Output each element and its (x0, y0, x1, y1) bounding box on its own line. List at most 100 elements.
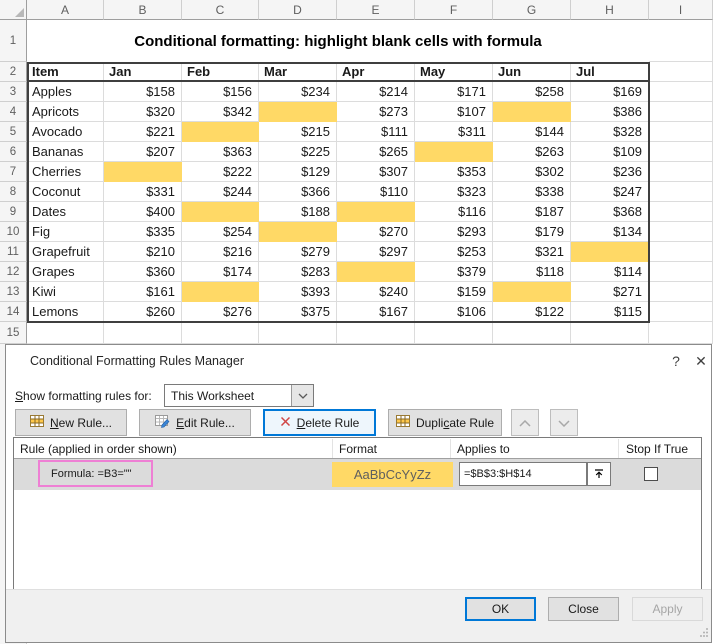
value-cell[interactable]: $273 (337, 102, 415, 122)
value-cell[interactable]: $240 (337, 282, 415, 302)
value-cell[interactable]: $158 (104, 82, 182, 102)
row-number-11[interactable]: 11 (0, 242, 27, 262)
worksheet-scope-dropdown[interactable]: This Worksheet (164, 384, 314, 407)
value-cell[interactable]: $353 (415, 162, 493, 182)
value-cell[interactable]: $114 (571, 262, 649, 282)
cell[interactable] (337, 322, 415, 344)
applies-to-input[interactable] (459, 462, 587, 486)
column-header-B[interactable]: B (104, 0, 182, 20)
help-icon[interactable]: ? (666, 351, 686, 371)
item-cell[interactable]: Grapefruit (27, 242, 104, 262)
row-number-4[interactable]: 4 (0, 102, 27, 122)
resize-grip[interactable] (699, 626, 709, 640)
value-cell[interactable]: $109 (571, 142, 649, 162)
row-number-12[interactable]: 12 (0, 262, 27, 282)
value-cell[interactable]: $221 (104, 122, 182, 142)
value-cell[interactable]: $110 (337, 182, 415, 202)
column-header-I[interactable]: I (649, 0, 713, 20)
value-cell[interactable]: $111 (337, 122, 415, 142)
value-cell[interactable]: $161 (104, 282, 182, 302)
cell[interactable] (649, 62, 713, 82)
highlighted-blank-cell[interactable] (493, 282, 571, 302)
value-cell[interactable]: $328 (571, 122, 649, 142)
value-cell[interactable]: $270 (337, 222, 415, 242)
row-number-10[interactable]: 10 (0, 222, 27, 242)
cell[interactable] (649, 162, 713, 182)
item-cell[interactable]: Bananas (27, 142, 104, 162)
value-cell[interactable]: $210 (104, 242, 182, 262)
value-cell[interactable]: $214 (337, 82, 415, 102)
cell[interactable] (649, 182, 713, 202)
value-cell[interactable]: $247 (571, 182, 649, 202)
cell[interactable] (571, 322, 649, 344)
highlighted-blank-cell[interactable] (337, 202, 415, 222)
value-cell[interactable]: $271 (571, 282, 649, 302)
highlighted-blank-cell[interactable] (182, 122, 259, 142)
value-cell[interactable]: $386 (571, 102, 649, 122)
highlighted-blank-cell[interactable] (415, 142, 493, 162)
item-cell[interactable]: Fig (27, 222, 104, 242)
row-number-13[interactable]: 13 (0, 282, 27, 302)
value-cell[interactable]: $360 (104, 262, 182, 282)
duplicate-rule-button[interactable]: Duplicate Rule (388, 409, 502, 436)
row-number-15[interactable]: 15 (0, 322, 27, 344)
value-cell[interactable]: $283 (259, 262, 337, 282)
cell[interactable] (259, 322, 337, 344)
highlighted-blank-cell[interactable] (182, 282, 259, 302)
value-cell[interactable]: $129 (259, 162, 337, 182)
highlighted-blank-cell[interactable] (182, 202, 259, 222)
row-number-9[interactable]: 9 (0, 202, 27, 222)
row-number-5[interactable]: 5 (0, 122, 27, 142)
value-cell[interactable]: $179 (493, 222, 571, 242)
table-header-cell[interactable]: Apr (337, 62, 415, 82)
value-cell[interactable]: $265 (337, 142, 415, 162)
highlighted-blank-cell[interactable] (493, 102, 571, 122)
value-cell[interactable]: $279 (259, 242, 337, 262)
table-header-cell[interactable]: Jan (104, 62, 182, 82)
item-cell[interactable]: Coconut (27, 182, 104, 202)
value-cell[interactable]: $258 (493, 82, 571, 102)
rule-row-selected[interactable]: Formula: =B3="" AaBbCcYyZz (14, 459, 701, 490)
item-cell[interactable]: Kiwi (27, 282, 104, 302)
value-cell[interactable]: $122 (493, 302, 571, 322)
value-cell[interactable]: $393 (259, 282, 337, 302)
new-rule-button[interactable]: New Rule... (15, 409, 127, 436)
move-rule-up-button[interactable] (511, 409, 539, 436)
value-cell[interactable]: $253 (415, 242, 493, 262)
value-cell[interactable]: $379 (415, 262, 493, 282)
value-cell[interactable]: $254 (182, 222, 259, 242)
collapse-dialog-arrow-icon[interactable] (587, 462, 611, 486)
move-rule-down-button[interactable] (550, 409, 578, 436)
chevron-down-icon[interactable] (291, 385, 313, 406)
value-cell[interactable]: $106 (415, 302, 493, 322)
item-cell[interactable]: Cherries (27, 162, 104, 182)
value-cell[interactable]: $215 (259, 122, 337, 142)
cell[interactable] (649, 20, 713, 62)
ok-button[interactable]: OK (465, 597, 536, 621)
value-cell[interactable]: $236 (571, 162, 649, 182)
value-cell[interactable]: $107 (415, 102, 493, 122)
value-cell[interactable]: $174 (182, 262, 259, 282)
column-header-F[interactable]: F (415, 0, 493, 20)
value-cell[interactable]: $311 (415, 122, 493, 142)
value-cell[interactable]: $320 (104, 102, 182, 122)
sheet-title-cell[interactable]: Conditional formatting: highlight blank … (27, 20, 649, 62)
cell[interactable] (649, 302, 713, 322)
value-cell[interactable]: $225 (259, 142, 337, 162)
cell[interactable] (649, 102, 713, 122)
row-number-6[interactable]: 6 (0, 142, 27, 162)
value-cell[interactable]: $263 (493, 142, 571, 162)
cell[interactable] (649, 122, 713, 142)
value-cell[interactable]: $171 (415, 82, 493, 102)
cell[interactable] (493, 322, 571, 344)
row-number-8[interactable]: 8 (0, 182, 27, 202)
value-cell[interactable]: $323 (415, 182, 493, 202)
value-cell[interactable]: $342 (182, 102, 259, 122)
row-number-14[interactable]: 14 (0, 302, 27, 322)
table-header-cell[interactable]: May (415, 62, 493, 82)
row-number-2[interactable]: 2 (0, 62, 27, 82)
table-header-cell[interactable]: Item (27, 62, 104, 82)
value-cell[interactable]: $260 (104, 302, 182, 322)
value-cell[interactable]: $293 (415, 222, 493, 242)
close-button[interactable]: Close (548, 597, 619, 621)
